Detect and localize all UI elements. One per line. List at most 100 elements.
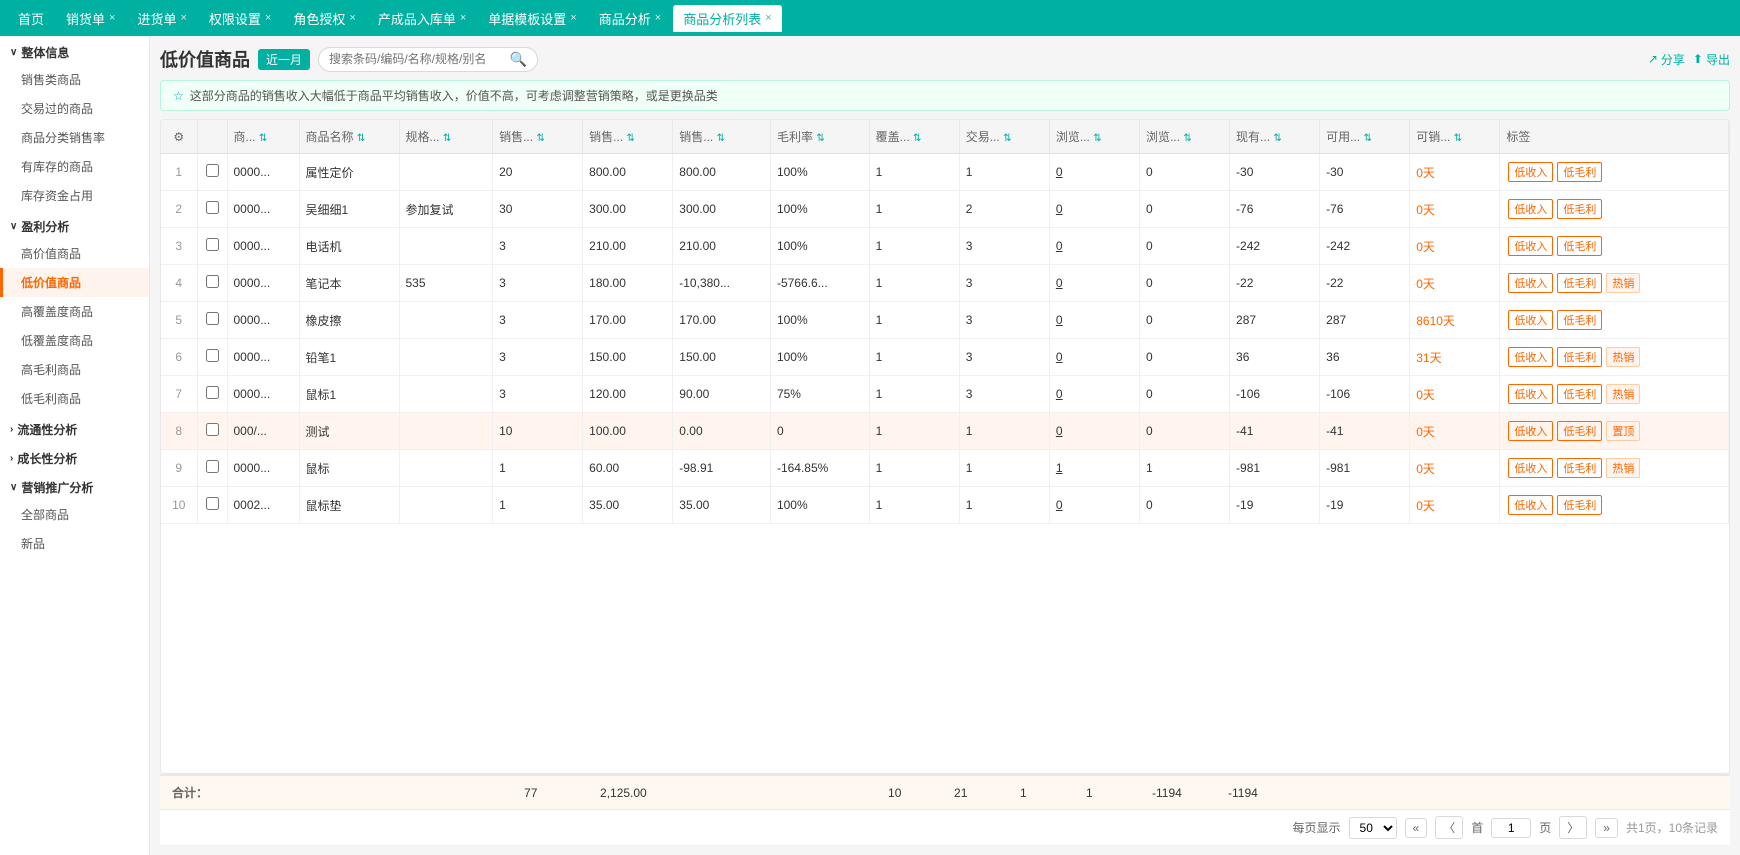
nav-item-商品分析[interactable]: 商品分析× [589, 5, 671, 32]
row-sales-qty: 3 [493, 228, 583, 265]
row-num: 8 [161, 413, 197, 450]
row-checkbox[interactable] [206, 275, 219, 288]
row-available: -106 [1320, 376, 1410, 413]
sidebar-item-低价值商品[interactable]: 低价值商品 [0, 268, 149, 297]
nav-close-icon[interactable]: × [570, 12, 576, 24]
row-num: 3 [161, 228, 197, 265]
nav-item-销货单[interactable]: 销货单× [56, 5, 125, 32]
sidebar-item-高毛利商品[interactable]: 高毛利商品 [0, 355, 149, 384]
sidebar-item-有库存的商品[interactable]: 有库存的商品 [0, 152, 149, 181]
sidebar-group-整体信息[interactable]: ∨整体信息 [0, 36, 149, 65]
export-button[interactable]: ⬆ 导出 [1693, 51, 1730, 68]
sidebar-item-低毛利商品[interactable]: 低毛利商品 [0, 384, 149, 413]
search-input[interactable] [329, 52, 506, 66]
per-page-select[interactable]: 50 [1349, 817, 1397, 839]
sidebar-group-流通性分析[interactable]: ›流通性分析 [0, 413, 149, 442]
row-sales-cost: 210.00 [673, 228, 771, 265]
row-num: 7 [161, 376, 197, 413]
last-page-button[interactable]: » [1595, 818, 1618, 838]
nav-item-进货单[interactable]: 进货单× [127, 5, 196, 32]
row-browse1: 0 [1049, 487, 1139, 524]
share-button[interactable]: ↗ 分享 [1648, 51, 1685, 68]
nav-item-权限设置[interactable]: 权限设置× [199, 5, 281, 32]
row-browse1: 0 [1049, 154, 1139, 191]
sort-icon: ⇅ [717, 133, 725, 144]
sidebar-item-销售类商品[interactable]: 销售类商品 [0, 65, 149, 94]
row-checkbox [197, 228, 227, 265]
row-checkbox[interactable] [206, 312, 219, 325]
nav-item-首页[interactable]: 首页 [8, 5, 54, 32]
sidebar-item-低覆盖度商品[interactable]: 低覆盖度商品 [0, 326, 149, 355]
nav-close-icon[interactable]: × [349, 12, 355, 24]
row-current-stock: -981 [1230, 450, 1320, 487]
row-checkbox[interactable] [206, 386, 219, 399]
row-checkbox[interactable] [206, 460, 219, 473]
nav-close-icon[interactable]: × [109, 12, 115, 24]
nav-item-产成品入库单[interactable]: 产成品入库单× [368, 5, 476, 32]
search-box[interactable]: 🔍 [318, 47, 538, 72]
col-header-sellable[interactable]: 可销... ⇅ [1410, 120, 1500, 154]
nav-close-icon[interactable]: × [460, 12, 466, 24]
col-header-browse1[interactable]: 浏览... ⇅ [1049, 120, 1139, 154]
sidebar-item-高覆盖度商品[interactable]: 高覆盖度商品 [0, 297, 149, 326]
nav-close-icon[interactable]: × [765, 12, 771, 24]
row-checkbox[interactable] [206, 497, 219, 510]
nav-item-商品分析列表[interactable]: 商品分析列表× [673, 5, 781, 32]
sidebar-item-交易过的商品[interactable]: 交易过的商品 [0, 94, 149, 123]
row-spec [399, 339, 493, 376]
row-transaction: 1 [959, 487, 1049, 524]
col-header-browse2[interactable]: 浏览... ⇅ [1139, 120, 1229, 154]
sidebar-item-全部商品[interactable]: 全部商品 [0, 500, 149, 529]
col-header-coverage[interactable]: 覆盖... ⇅ [869, 120, 959, 154]
prev-page-button[interactable]: 〈 [1435, 816, 1463, 839]
row-sales-amount: 180.00 [583, 265, 673, 302]
sidebar-group-盈利分析[interactable]: ∨盈利分析 [0, 210, 149, 239]
row-checkbox[interactable] [206, 201, 219, 214]
page-input[interactable] [1491, 818, 1531, 838]
nav-close-icon[interactable]: × [180, 12, 186, 24]
table-row: 50000...橡皮擦3170.00170.00100%130028728786… [161, 302, 1729, 339]
nav-item-单据模板设置[interactable]: 单据模板设置× [478, 5, 586, 32]
row-checkbox[interactable] [206, 238, 219, 251]
sidebar-group-营销推广分析[interactable]: ∨营销推广分析 [0, 471, 149, 500]
col-header-checkbox [197, 120, 227, 154]
sidebar-group-成长性分析[interactable]: ›成长性分析 [0, 442, 149, 471]
col-header-sales_qty[interactable]: 销售... ⇅ [493, 120, 583, 154]
row-spec [399, 487, 493, 524]
col-header-available[interactable]: 可用... ⇅ [1320, 120, 1410, 154]
row-checkbox[interactable] [206, 164, 219, 177]
row-sellable: 8610天 [1410, 302, 1500, 339]
col-header-spec[interactable]: 规格... ⇅ [399, 120, 493, 154]
row-gross-margin: 100% [770, 154, 869, 191]
next-page-button[interactable]: 〉 [1559, 816, 1587, 839]
chevron-icon: ∨ [10, 482, 17, 493]
col-header-gross_margin[interactable]: 毛利率 ⇅ [770, 120, 869, 154]
row-available: -41 [1320, 413, 1410, 450]
nav-close-icon[interactable]: × [655, 12, 661, 24]
row-checkbox[interactable] [206, 423, 219, 436]
nav-item-角色授权[interactable]: 角色授权× [283, 5, 365, 32]
sidebar-item-高价值商品[interactable]: 高价值商品 [0, 239, 149, 268]
sidebar-item-库存资金占用[interactable]: 库存资金占用 [0, 181, 149, 210]
sidebar-item-商品分类销售率[interactable]: 商品分类销售率 [0, 123, 149, 152]
col-header-sales_cost[interactable]: 销售... ⇅ [673, 120, 771, 154]
col-header-name[interactable]: 商品名称 ⇅ [299, 120, 399, 154]
sidebar-item-新品[interactable]: 新品 [0, 529, 149, 558]
row-transaction: 3 [959, 339, 1049, 376]
info-icon: ☆ [173, 89, 184, 103]
col-header-sales_amount[interactable]: 销售... ⇅ [583, 120, 673, 154]
row-sales-amount: 300.00 [583, 191, 673, 228]
row-current-stock: -106 [1230, 376, 1320, 413]
row-sales-cost: 90.00 [673, 376, 771, 413]
first-page-button[interactable]: « [1405, 818, 1428, 838]
nav-close-icon[interactable]: × [265, 12, 271, 24]
row-checkbox[interactable] [206, 349, 219, 362]
col-header-current_stock[interactable]: 现有... ⇅ [1230, 120, 1320, 154]
col-header-code[interactable]: 商... ⇅ [227, 120, 299, 154]
sort-icon: ⇅ [913, 133, 921, 144]
col-header-transaction[interactable]: 交易... ⇅ [959, 120, 1049, 154]
time-tag[interactable]: 近一月 [258, 49, 310, 70]
row-tags: 低收入低毛利 [1500, 228, 1729, 265]
row-browse1: 0 [1049, 265, 1139, 302]
page-of: 页 [1539, 819, 1551, 836]
